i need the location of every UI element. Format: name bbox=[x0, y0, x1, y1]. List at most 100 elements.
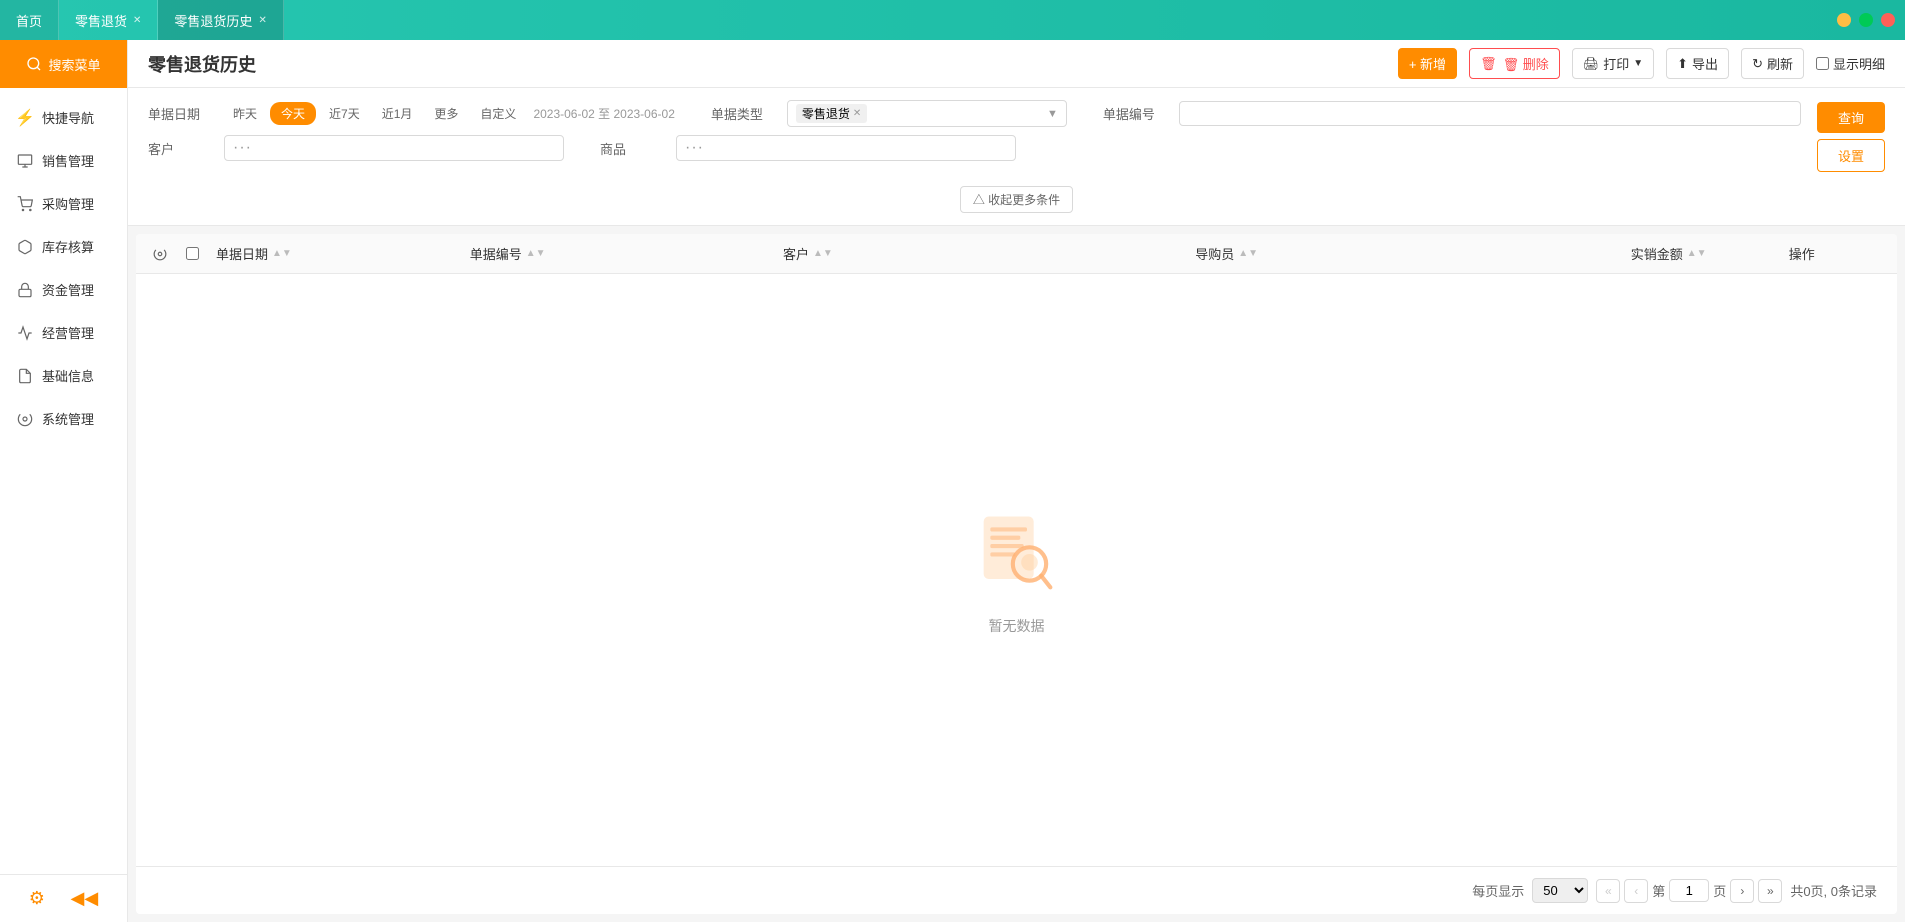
tab-retail-return[interactable]: 零售退货 ✕ bbox=[59, 0, 158, 40]
set-button[interactable]: 设置 bbox=[1817, 139, 1885, 172]
select-all-checkbox[interactable] bbox=[186, 247, 199, 260]
window-minimize[interactable] bbox=[1837, 13, 1851, 27]
tab-retail-return-label: 零售退货 bbox=[75, 11, 127, 30]
page-prev-button[interactable]: ‹ bbox=[1624, 879, 1648, 903]
sidebar-item-sales[interactable]: 销售管理 bbox=[0, 139, 127, 182]
sidebar-item-quick-nav-label: 快捷导航 bbox=[42, 108, 94, 127]
window-controls bbox=[1827, 0, 1905, 40]
date-range-display: 2023-06-02 至 2023-06-02 bbox=[533, 105, 674, 122]
delete-icon: 🗑 bbox=[1480, 56, 1497, 72]
th-date: 单据日期 ▲▼ bbox=[208, 244, 462, 263]
system-icon bbox=[16, 410, 34, 428]
settings-bottom-icon[interactable]: ⚙ bbox=[29, 888, 45, 909]
doc-type-dropdown-icon: ▼ bbox=[1047, 108, 1058, 120]
page-next-button[interactable]: › bbox=[1730, 879, 1754, 903]
filter-row-1: 单据日期 昨天 今天 近7天 近1月 更多 自定义 2023-06-02 至 2… bbox=[148, 100, 1801, 127]
empty-icon bbox=[967, 504, 1067, 604]
show-detail-label[interactable]: 显示明细 bbox=[1816, 54, 1885, 73]
print-icon: 🖨 bbox=[1583, 56, 1600, 72]
sort-date-icon[interactable]: ▲▼ bbox=[272, 249, 292, 259]
filter-area: 单据日期 昨天 今天 近7天 近1月 更多 自定义 2023-06-02 至 2… bbox=[128, 88, 1905, 226]
customer-dots: ··· bbox=[233, 139, 252, 157]
sidebar-item-finance[interactable]: 资金管理 bbox=[0, 268, 127, 311]
sort-amount-icon[interactable]: ▲▼ bbox=[1687, 249, 1707, 259]
basic-info-icon bbox=[16, 367, 34, 385]
table-select-all[interactable] bbox=[176, 247, 208, 260]
table-settings-icon[interactable] bbox=[144, 247, 176, 261]
date-btn-more[interactable]: 更多 bbox=[425, 102, 467, 125]
sidebar-item-purchase[interactable]: 采购管理 bbox=[0, 182, 127, 225]
collapse-row: △ 收起更多条件 bbox=[148, 182, 1885, 213]
tab-home[interactable]: 首页 bbox=[0, 0, 59, 40]
date-btn-1month[interactable]: 近1月 bbox=[373, 102, 422, 125]
management-icon bbox=[16, 324, 34, 342]
date-filter-label: 单据日期 bbox=[148, 104, 208, 123]
doc-type-tag: 零售退货 ✕ bbox=[796, 104, 867, 123]
goods-input[interactable]: ··· bbox=[676, 135, 1016, 161]
pagination-bar: 每页显示 50 10 20 100 « ‹ 第 页 › » 共0页, 0条记录 bbox=[136, 866, 1897, 914]
window-close[interactable] bbox=[1881, 13, 1895, 27]
tab-retail-return-history[interactable]: 零售退货历史 ✕ bbox=[158, 0, 283, 40]
sidebar: 搜索菜单 ⚡ 快捷导航 销售管理 bbox=[0, 40, 128, 922]
date-btn-today[interactable]: 今天 bbox=[270, 102, 316, 125]
th-customer: 客户 ▲▼ bbox=[775, 244, 1187, 263]
tab-retail-return-history-close[interactable]: ✕ bbox=[258, 15, 266, 26]
date-btn-custom[interactable]: 自定义 bbox=[471, 102, 525, 125]
sidebar-item-system-label: 系统管理 bbox=[42, 409, 94, 428]
page-number-input[interactable] bbox=[1669, 879, 1709, 902]
finance-icon bbox=[16, 281, 34, 299]
sidebar-item-system[interactable]: 系统管理 bbox=[0, 397, 127, 440]
goods-dots: ··· bbox=[685, 139, 704, 157]
table-header: 单据日期 ▲▼ 单据编号 ▲▼ 客户 ▲▼ 导购员 ▲▼ 实销金额 ▲▼ bbox=[136, 234, 1897, 274]
delete-button[interactable]: 🗑 🗑 删除 bbox=[1469, 48, 1560, 79]
audio-bottom-icon[interactable]: ◀◀ bbox=[71, 888, 99, 909]
page-first-button[interactable]: « bbox=[1596, 879, 1620, 903]
th-code: 单据编号 ▲▼ bbox=[462, 244, 775, 263]
page-title: 零售退货历史 bbox=[148, 51, 256, 77]
main-layout: 搜索菜单 ⚡ 快捷导航 销售管理 bbox=[0, 40, 1905, 922]
doc-type-tag-close[interactable]: ✕ bbox=[853, 108, 861, 119]
inventory-icon bbox=[16, 238, 34, 256]
sidebar-search[interactable]: 搜索菜单 bbox=[0, 40, 127, 88]
page-last-button[interactable]: » bbox=[1758, 879, 1782, 903]
show-detail-checkbox[interactable] bbox=[1816, 57, 1829, 70]
sidebar-item-inventory-label: 库存核算 bbox=[42, 237, 94, 256]
export-button[interactable]: ⬆ 导出 bbox=[1666, 48, 1729, 79]
sidebar-bottom: ⚙ ◀◀ bbox=[0, 874, 127, 922]
th-guide: 导购员 ▲▼ bbox=[1187, 244, 1500, 263]
sales-icon bbox=[16, 152, 34, 170]
sidebar-item-inventory[interactable]: 库存核算 bbox=[0, 225, 127, 268]
doc-type-input[interactable]: 零售退货 ✕ ▼ bbox=[787, 100, 1067, 127]
tab-retail-return-close[interactable]: ✕ bbox=[133, 15, 141, 26]
sidebar-item-management[interactable]: 经营管理 bbox=[0, 311, 127, 354]
search-icon bbox=[26, 56, 42, 72]
print-button[interactable]: 🖨 打印 ▼ bbox=[1572, 48, 1654, 79]
doc-no-input[interactable] bbox=[1179, 101, 1801, 126]
th-action: 操作 bbox=[1715, 244, 1890, 263]
th-amount: 实销金额 ▲▼ bbox=[1500, 244, 1714, 263]
page-total: 共0页, 0条记录 bbox=[1790, 881, 1877, 900]
empty-text: 暂无数据 bbox=[989, 616, 1045, 636]
collapse-button[interactable]: △ 收起更多条件 bbox=[960, 186, 1073, 213]
print-dropdown-icon: ▼ bbox=[1633, 58, 1643, 69]
header-actions: + 新增 🗑 🗑 删除 🖨 打印 ▼ ⬆ 导出 ↻ 刷新 bbox=[1398, 48, 1885, 79]
sidebar-item-quick-nav[interactable]: ⚡ 快捷导航 bbox=[0, 96, 127, 139]
sort-code-icon[interactable]: ▲▼ bbox=[526, 249, 546, 259]
date-btn-yesterday[interactable]: 昨天 bbox=[224, 102, 266, 125]
sidebar-item-basic-info[interactable]: 基础信息 bbox=[0, 354, 127, 397]
table-area: 单据日期 ▲▼ 单据编号 ▲▼ 客户 ▲▼ 导购员 ▲▼ 实销金额 ▲▼ bbox=[136, 234, 1897, 914]
sidebar-search-label: 搜索菜单 bbox=[48, 55, 100, 74]
query-button[interactable]: 查询 bbox=[1817, 102, 1885, 133]
page-size-select[interactable]: 50 10 20 100 bbox=[1532, 878, 1588, 903]
empty-state: 暂无数据 bbox=[136, 274, 1897, 866]
filter-row-2: 客户 ··· 商品 ··· bbox=[148, 135, 1801, 161]
date-btn-7days[interactable]: 近7天 bbox=[320, 102, 369, 125]
top-bar: 首页 零售退货 ✕ 零售退货历史 ✕ bbox=[0, 0, 1905, 40]
new-button[interactable]: + 新增 bbox=[1398, 48, 1457, 79]
sort-guide-icon[interactable]: ▲▼ bbox=[1238, 249, 1258, 259]
doc-type-label: 单据类型 bbox=[711, 104, 771, 123]
window-maximize[interactable] bbox=[1859, 13, 1873, 27]
customer-input[interactable]: ··· bbox=[224, 135, 564, 161]
refresh-button[interactable]: ↻ 刷新 bbox=[1741, 48, 1804, 79]
sort-customer-icon[interactable]: ▲▼ bbox=[813, 249, 833, 259]
